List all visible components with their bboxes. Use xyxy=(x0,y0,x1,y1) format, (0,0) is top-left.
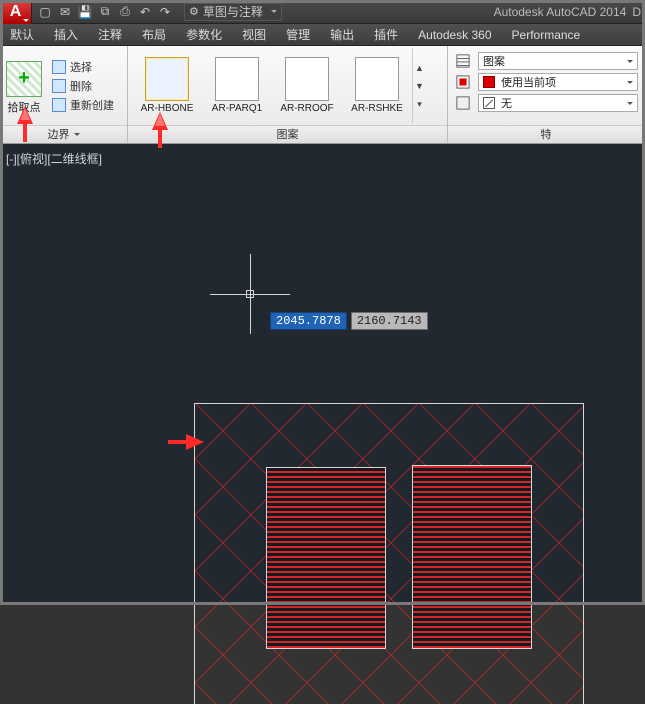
print-icon[interactable]: ⎙ xyxy=(116,3,134,21)
swatch-ar-parq1-icon xyxy=(215,57,259,101)
coord-x-input[interactable]: 2045.7878 xyxy=(270,312,347,330)
pickbox-icon xyxy=(246,290,254,298)
hatch-bg-label: 无 xyxy=(501,95,512,111)
panel-properties-title: 特 xyxy=(541,126,552,144)
swatch-ar-rroof[interactable]: AR-RROOF xyxy=(272,57,342,114)
swatch-ar-rroof-label: AR-RROOF xyxy=(280,103,333,114)
hatch-color-icon xyxy=(454,75,472,89)
workspace-label: 草图与注释 xyxy=(203,3,263,20)
workspace-selector[interactable]: ⚙ 草图与注释 xyxy=(184,3,282,21)
tab-insert[interactable]: 插入 xyxy=(44,24,88,45)
swatch-ar-rshke[interactable]: AR-RSHKE xyxy=(342,57,412,114)
select-button[interactable]: 选择 xyxy=(52,59,127,75)
swatch-ar-hbone-icon xyxy=(145,57,189,101)
swatch-ar-parq1[interactable]: AR-PARQ1 xyxy=(202,57,272,114)
saveas-icon[interactable]: ⧉ xyxy=(96,3,114,21)
app-title-suffix: D xyxy=(632,5,641,19)
hatch-color-label: 使用当前项 xyxy=(501,74,556,90)
open-icon[interactable]: ✉ xyxy=(56,3,74,21)
swatch-ar-rroof-icon xyxy=(285,57,329,101)
gallery-expand-icon: ▾ xyxy=(417,100,422,108)
tab-parametric[interactable]: 参数化 xyxy=(176,24,232,45)
tab-autodesk360[interactable]: Autodesk 360 xyxy=(408,24,501,45)
dynamic-input[interactable]: 2045.7878 2160.7143 xyxy=(270,312,428,330)
hatch-type-icon xyxy=(454,54,472,68)
panel-pattern: AR-HBONE AR-PARQ1 AR-RROOF AR-RSHKE ▲ ▼ … xyxy=(128,46,448,143)
swatch-ar-rshke-icon xyxy=(355,57,399,101)
gear-icon: ⚙ xyxy=(189,5,199,18)
delete-label: 删除 xyxy=(70,78,92,94)
delete-icon xyxy=(52,79,66,93)
app-menu-button[interactable]: A xyxy=(0,0,32,24)
save-icon[interactable]: 💾 xyxy=(76,3,94,21)
tab-layout[interactable]: 布局 xyxy=(132,24,176,45)
swatch-gallery-scroll[interactable]: ▲ ▼ ▾ xyxy=(412,48,426,123)
tab-annotate[interactable]: 注释 xyxy=(88,24,132,45)
color-swatch-icon xyxy=(483,76,495,88)
viewport-label[interactable]: [-][俯视][二维线框] xyxy=(6,150,102,167)
inner-rect-2 xyxy=(413,466,531,648)
hatch-type-dropdown[interactable]: 图案 xyxy=(478,52,638,70)
panel-pattern-title: 图案 xyxy=(277,126,299,144)
quick-access-toolbar: ▢ ✉ 💾 ⧉ ⎙ ↶ ↷ xyxy=(32,3,178,21)
tab-view[interactable]: 视图 xyxy=(232,24,276,45)
select-icon xyxy=(52,60,66,74)
annotation-arrow-hbone xyxy=(152,112,168,130)
drawing-canvas[interactable]: [-][俯视][二维线框] 2045.7878 2160.7143 xyxy=(0,144,645,605)
redo-icon[interactable]: ↷ xyxy=(156,3,174,21)
recreate-icon xyxy=(52,98,66,112)
inner-rect-1 xyxy=(267,468,385,648)
panel-boundary-title: 边界 xyxy=(48,126,70,144)
hatched-region xyxy=(195,404,583,704)
delete-button[interactable]: 删除 xyxy=(52,78,127,94)
hatch-type-label: 图案 xyxy=(483,53,505,69)
new-icon[interactable]: ▢ xyxy=(36,3,54,21)
hatch-color-dropdown[interactable]: 使用当前项 xyxy=(478,73,638,91)
swatch-ar-parq1-label: AR-PARQ1 xyxy=(212,103,262,114)
swatch-ar-rshke-label: AR-RSHKE xyxy=(351,103,403,114)
recreate-button[interactable]: 重新创建 xyxy=(52,97,127,113)
pick-points-icon: + xyxy=(6,61,42,97)
hatch-bg-icon xyxy=(454,96,472,110)
tab-manage[interactable]: 管理 xyxy=(276,24,320,45)
tab-output[interactable]: 输出 xyxy=(320,24,364,45)
tab-default[interactable]: 默认 xyxy=(0,24,44,45)
tab-plugins[interactable]: 插件 xyxy=(364,24,408,45)
undo-icon[interactable]: ↶ xyxy=(136,3,154,21)
swatch-ar-hbone[interactable]: AR-HBONE xyxy=(132,57,202,114)
panel-boundary: + 拾取点 选择 删除 重新创建 边界 xyxy=(0,46,128,143)
panel-expand-icon[interactable] xyxy=(74,133,80,136)
app-title: Autodesk AutoCAD 2014 xyxy=(494,5,627,19)
coord-y-input[interactable]: 2160.7143 xyxy=(351,312,428,330)
annotation-arrow-pickpoints xyxy=(17,106,33,124)
none-swatch-icon xyxy=(483,97,495,109)
annotation-arrow-hatch xyxy=(186,434,204,450)
select-label: 选择 xyxy=(70,59,92,75)
chevron-down-icon: ▼ xyxy=(415,82,424,90)
ribbon-tabs: 默认 插入 注释 布局 参数化 视图 管理 输出 插件 Autodesk 360… xyxy=(0,24,645,46)
tab-performance[interactable]: Performance xyxy=(502,24,591,45)
hatch-bg-dropdown[interactable]: 无 xyxy=(478,94,638,112)
recreate-label: 重新创建 xyxy=(70,97,114,113)
chevron-up-icon: ▲ xyxy=(415,64,424,72)
panel-properties: 图案 使用当前项 无 xyxy=(448,46,645,143)
